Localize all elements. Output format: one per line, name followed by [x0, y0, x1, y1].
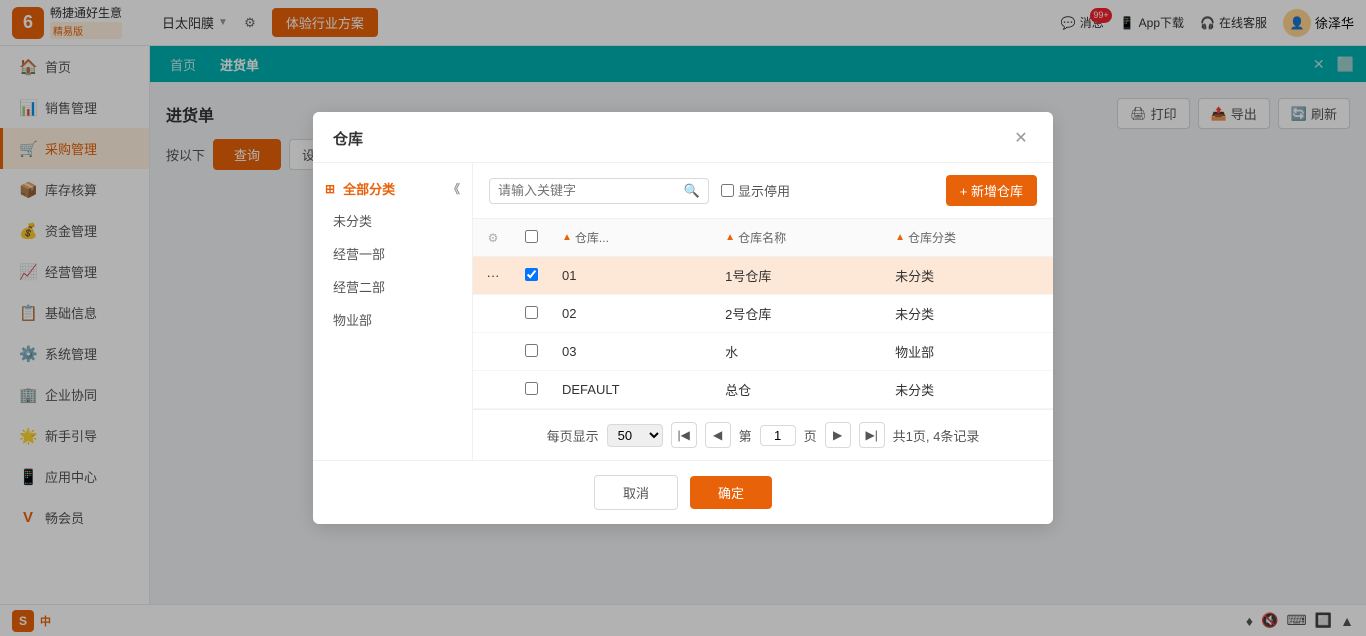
row-actions-cell — [473, 295, 513, 333]
per-page-label: 每页显示 — [547, 426, 599, 445]
table-body: ··· 01 1号仓库 未分类 02 2号仓库 未分类 03 水 物业部 — [473, 257, 1053, 409]
modal-footer: 取消 确定 — [313, 460, 1053, 524]
next-page-button[interactable]: ▶ — [825, 422, 851, 448]
row-checkbox[interactable] — [525, 382, 538, 395]
th-category: ▲ 仓库分类 — [883, 219, 1053, 257]
row-category-cell: 未分类 — [883, 295, 1053, 333]
page-label-after: 页 — [804, 426, 817, 445]
add-warehouse-button[interactable]: + 新增仓库 — [946, 175, 1037, 206]
row-code-cell: 03 — [550, 333, 713, 371]
row-name-cell: 1号仓库 — [713, 257, 883, 295]
row-category-cell: 未分类 — [883, 257, 1053, 295]
row-name-cell: 总仓 — [713, 371, 883, 409]
row-checkbox-cell — [513, 333, 550, 371]
row-category-cell: 未分类 — [883, 371, 1053, 409]
header-row: ⚙ ▲ 仓库... — [473, 219, 1053, 257]
row-name-cell: 2号仓库 — [713, 295, 883, 333]
search-input[interactable] — [498, 183, 684, 198]
table-row[interactable]: 03 水 物业部 — [473, 333, 1053, 371]
content-panel: 🔍 显示停用 + 新增仓库 ⚙ — [473, 163, 1053, 460]
search-icon[interactable]: 🔍 — [684, 183, 700, 199]
category-panel: ⊞ 全部分类 《 未分类 经营一部 经营二部 物业部 — [313, 163, 473, 460]
modal-close-button[interactable]: ✕ — [1009, 126, 1033, 150]
warehouse-modal: 仓库 ✕ ⊞ 全部分类 《 未分类 经营一部 — [313, 112, 1053, 524]
show-disabled-checkbox[interactable] — [721, 184, 734, 197]
first-page-button[interactable]: |◀ — [671, 422, 697, 448]
table: ⚙ ▲ 仓库... — [473, 219, 1053, 409]
sort-icon: ▲ — [725, 232, 735, 243]
per-page-select[interactable]: 50 100 200 — [607, 424, 663, 447]
table-row[interactable]: DEFAULT 总仓 未分类 — [473, 371, 1053, 409]
search-input-wrap: 🔍 — [489, 178, 709, 204]
row-checkbox[interactable] — [525, 268, 538, 281]
row-name-cell: 水 — [713, 333, 883, 371]
category-item-uncategorized[interactable]: 未分类 — [313, 204, 472, 237]
th-gear: ⚙ — [473, 219, 513, 257]
row-checkbox-cell — [513, 295, 550, 333]
total-info: 共1页, 4条记录 — [893, 426, 980, 445]
pagination: 每页显示 50 100 200 |◀ ◀ 第 页 ▶ ▶| 共1页, 4条记录 — [473, 409, 1053, 460]
warehouse-table: ⚙ ▲ 仓库... — [473, 219, 1053, 409]
category-all-label: 全部分类 — [343, 179, 395, 198]
row-actions-cell: ··· — [473, 257, 513, 295]
category-all-header[interactable]: ⊞ 全部分类 《 — [313, 173, 472, 204]
row-checkbox-cell — [513, 371, 550, 409]
row-category-cell: 物业部 — [883, 333, 1053, 371]
sort-icon: ▲ — [895, 232, 905, 243]
show-disabled-toggle[interactable]: 显示停用 — [721, 181, 790, 200]
row-checkbox-cell — [513, 257, 550, 295]
th-name: ▲ 仓库名称 — [713, 219, 883, 257]
row-code-cell: 02 — [550, 295, 713, 333]
last-page-button[interactable]: ▶| — [859, 422, 885, 448]
category-item-label: 物业部 — [333, 313, 372, 328]
row-checkbox[interactable] — [525, 344, 538, 357]
confirm-button[interactable]: 确定 — [690, 476, 772, 509]
table-row[interactable]: ··· 01 1号仓库 未分类 — [473, 257, 1053, 295]
th-name-label: 仓库名称 — [738, 229, 786, 246]
modal-header: 仓库 ✕ — [313, 112, 1053, 163]
sort-icon: ▲ — [562, 232, 572, 243]
prev-page-button[interactable]: ◀ — [705, 422, 731, 448]
select-all-checkbox[interactable] — [525, 230, 538, 243]
category-item-property[interactable]: 物业部 — [313, 303, 472, 336]
category-item-label: 经营二部 — [333, 280, 385, 295]
collapse-icon[interactable]: 《 — [448, 180, 460, 197]
row-checkbox[interactable] — [525, 306, 538, 319]
modal-title: 仓库 — [333, 128, 363, 149]
category-item-label: 未分类 — [333, 214, 372, 229]
cancel-button[interactable]: 取消 — [594, 475, 678, 510]
th-code-label: 仓库... — [575, 229, 609, 246]
show-disabled-label: 显示停用 — [738, 181, 790, 200]
row-code-cell: DEFAULT — [550, 371, 713, 409]
grid-icon: ⊞ — [325, 182, 335, 196]
table-row[interactable]: 02 2号仓库 未分类 — [473, 295, 1053, 333]
search-bar: 🔍 显示停用 + 新增仓库 — [473, 163, 1053, 219]
page-label-before: 第 — [739, 426, 752, 445]
category-item-ops1[interactable]: 经营一部 — [313, 237, 472, 270]
row-actions-cell — [473, 371, 513, 409]
row-actions-cell — [473, 333, 513, 371]
page-number-input[interactable] — [760, 425, 796, 446]
category-item-label: 经营一部 — [333, 247, 385, 262]
th-checkbox — [513, 219, 550, 257]
category-item-ops2[interactable]: 经营二部 — [313, 270, 472, 303]
th-code: ▲ 仓库... — [550, 219, 713, 257]
table-header: ⚙ ▲ 仓库... — [473, 219, 1053, 257]
th-category-label: 仓库分类 — [908, 229, 956, 246]
modal-overlay: 仓库 ✕ ⊞ 全部分类 《 未分类 经营一部 — [0, 0, 1366, 636]
row-code-cell: 01 — [550, 257, 713, 295]
modal-body: ⊞ 全部分类 《 未分类 经营一部 经营二部 物业部 — [313, 163, 1053, 460]
